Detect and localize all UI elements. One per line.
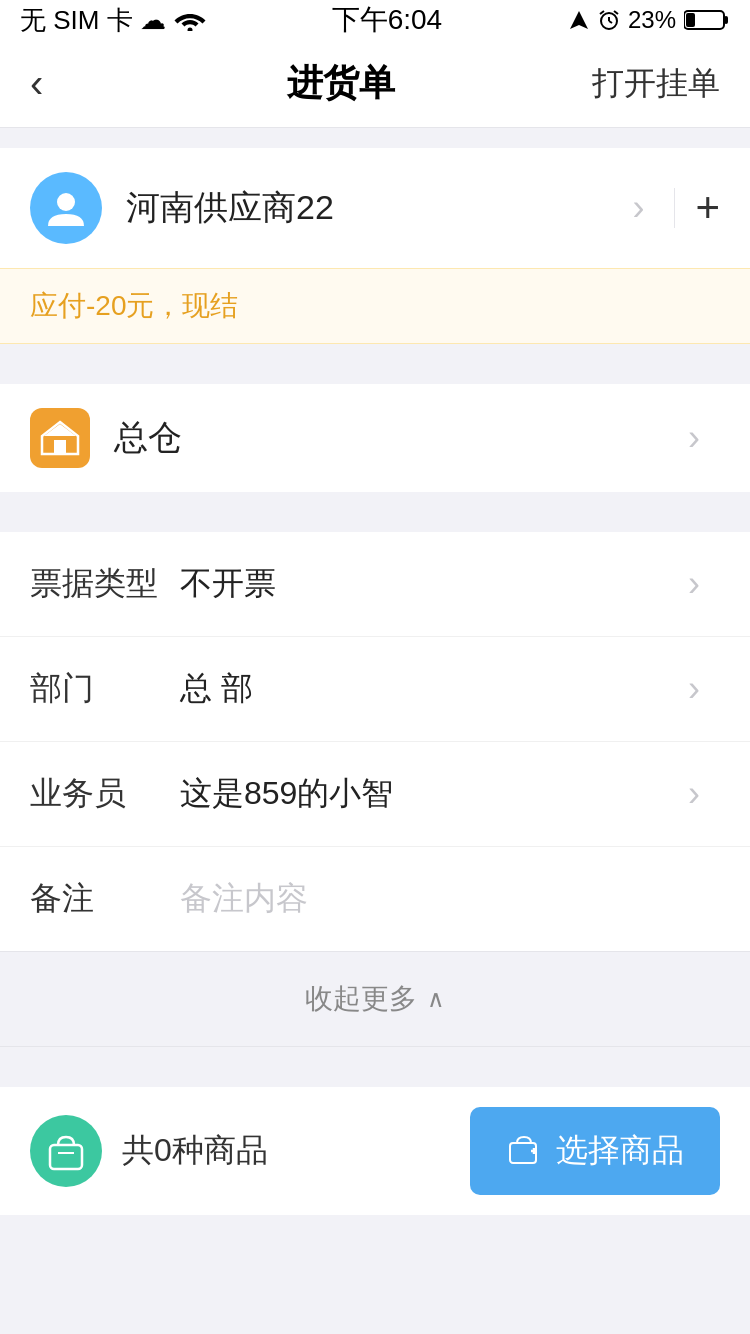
- section-gap-1: [0, 128, 750, 148]
- status-bar-left: 无 SIM 卡 ☁: [20, 3, 206, 38]
- salesperson-row[interactable]: 业务员 这是859的小智 ›: [0, 742, 750, 847]
- warehouse-icon-bg: [30, 408, 90, 468]
- add-button[interactable]: +: [695, 184, 720, 232]
- cart-icon: [506, 1133, 542, 1169]
- supplier-row[interactable]: 河南供应商22 › +: [0, 148, 750, 268]
- location-icon: [568, 9, 590, 31]
- svg-point-10: [57, 193, 75, 211]
- warehouse-name: 总仓: [114, 415, 688, 461]
- warehouse-chevron-icon: ›: [688, 417, 700, 459]
- svg-line-5: [600, 11, 604, 14]
- svg-marker-1: [570, 11, 588, 29]
- svg-point-0: [187, 28, 192, 32]
- svg-rect-14: [50, 1145, 82, 1169]
- section-gap-3: [0, 492, 750, 512]
- svg-rect-16: [510, 1143, 536, 1163]
- supplier-chevron-icon: ›: [632, 187, 644, 229]
- supplier-section: 河南供应商22 › + 应付-20元，现结: [0, 148, 750, 344]
- department-row[interactable]: 部门 总 部 ›: [0, 637, 750, 742]
- notice-text: 应付-20元，现结: [30, 290, 238, 321]
- salesperson-value: 这是859的小智: [170, 772, 688, 816]
- department-value: 总 部: [170, 667, 688, 711]
- salesperson-chevron-icon: ›: [688, 773, 700, 815]
- invoice-type-value: 不开票: [170, 562, 688, 606]
- select-product-label: 选择商品: [556, 1129, 684, 1173]
- collapse-row[interactable]: 收起更多 ∧: [0, 951, 750, 1047]
- user-icon: [44, 186, 88, 230]
- invoice-type-chevron-icon: ›: [688, 563, 700, 605]
- nav-bar: ‹ 进货单 打开挂单: [0, 40, 750, 128]
- section-gap-4: [0, 1047, 750, 1067]
- status-bar-time: 下午6:04: [332, 1, 443, 39]
- remarks-label: 备注: [30, 877, 170, 921]
- status-bar: 无 SIM 卡 ☁ 下午6:04 23%: [0, 0, 750, 40]
- warehouse-row[interactable]: 总仓 ›: [0, 384, 750, 492]
- form-section: 票据类型 不开票 › 部门 总 部 › 业务员 这是859的小智 › 备注 备注…: [0, 532, 750, 951]
- content-area: 河南供应商22 › + 应付-20元，现结 总仓 › 票据类: [0, 128, 750, 1215]
- svg-line-4: [609, 21, 612, 23]
- divider: [674, 188, 675, 228]
- supplier-avatar: [30, 172, 102, 244]
- battery-icon: [684, 9, 730, 31]
- shopping-bag-icon: [44, 1131, 88, 1171]
- alarm-icon: [598, 9, 620, 31]
- svg-line-6: [614, 11, 618, 14]
- open-pending-button[interactable]: 打开挂单: [592, 62, 720, 106]
- collapse-arrow-icon: ∧: [427, 985, 445, 1013]
- wifi-icon: [174, 9, 206, 31]
- back-button[interactable]: ‹: [30, 61, 90, 106]
- house-icon: [40, 420, 80, 456]
- signal-text: 无 SIM 卡 ☁: [20, 3, 166, 38]
- select-product-button[interactable]: 选择商品: [470, 1107, 720, 1195]
- collapse-label: 收起更多: [305, 980, 417, 1018]
- remarks-row[interactable]: 备注 备注内容: [0, 847, 750, 951]
- svg-rect-9: [686, 13, 695, 27]
- invoice-type-row[interactable]: 票据类型 不开票 ›: [0, 532, 750, 637]
- product-icon-bg: [30, 1115, 102, 1187]
- remarks-placeholder: 备注内容: [170, 877, 720, 921]
- department-label: 部门: [30, 667, 170, 711]
- invoice-type-label: 票据类型: [30, 562, 170, 606]
- notice-banner: 应付-20元，现结: [0, 268, 750, 344]
- status-bar-right: 23%: [568, 6, 730, 34]
- salesperson-label: 业务员: [30, 772, 170, 816]
- department-chevron-icon: ›: [688, 668, 700, 710]
- warehouse-section: 总仓 ›: [0, 384, 750, 492]
- product-count: 共0种商品: [122, 1129, 470, 1173]
- svg-rect-12: [54, 440, 66, 454]
- battery-text: 23%: [628, 6, 676, 34]
- page-title: 进货单: [287, 59, 395, 108]
- supplier-name: 河南供应商22: [126, 185, 632, 231]
- product-footer: 共0种商品 选择商品: [0, 1087, 750, 1215]
- section-gap-2: [0, 344, 750, 364]
- svg-rect-8: [724, 16, 728, 24]
